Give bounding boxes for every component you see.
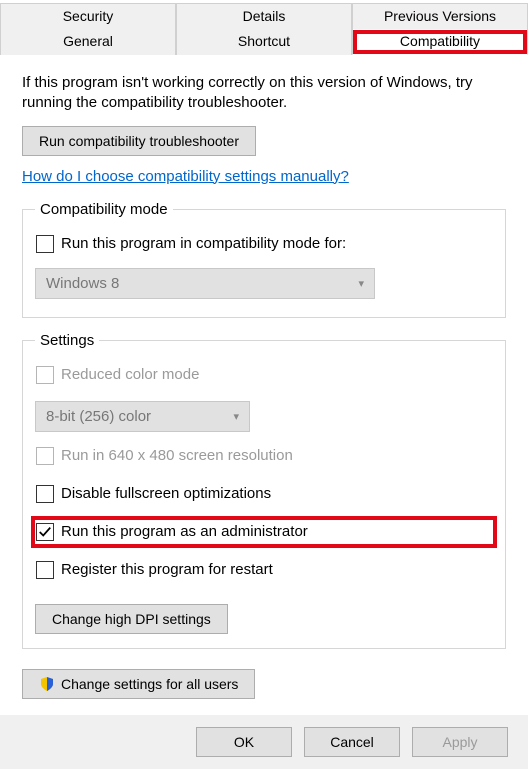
compat-mode-label: Run this program in compatibility mode f…: [61, 235, 346, 252]
disable-fullscreen-label: Disable fullscreen optimizations: [61, 485, 271, 502]
settings-group: Settings Reduced color mode 8-bit (256) …: [22, 332, 506, 649]
reduced-color-checkbox: [36, 366, 54, 384]
chevron-down-icon: ▾: [358, 277, 364, 290]
reduced-color-label: Reduced color mode: [61, 366, 199, 383]
low-res-checkbox: [36, 447, 54, 465]
color-mode-select-value: 8-bit (256) color: [46, 408, 151, 425]
dialog-footer: OK Cancel Apply: [0, 715, 528, 769]
change-all-users-label: Change settings for all users: [61, 676, 238, 692]
ok-button[interactable]: OK: [196, 727, 292, 757]
intro-text: If this program isn't working correctly …: [22, 73, 506, 114]
apply-button[interactable]: Apply: [412, 727, 508, 757]
low-res-label: Run in 640 x 480 screen resolution: [61, 447, 293, 464]
register-restart-checkbox[interactable]: [36, 561, 54, 579]
compat-mode-select-value: Windows 8: [46, 275, 119, 292]
compatibility-mode-group: Compatibility mode Run this program in c…: [22, 201, 506, 318]
tab-content: If this program isn't working correctly …: [0, 54, 528, 703]
change-high-dpi-button[interactable]: Change high DPI settings: [35, 604, 228, 634]
register-restart-row[interactable]: Register this program for restart: [35, 558, 493, 582]
run-troubleshooter-button[interactable]: Run compatibility troubleshooter: [22, 126, 256, 156]
compatibility-mode-legend: Compatibility mode: [35, 201, 173, 218]
tab-previous-versions[interactable]: Previous Versions: [352, 3, 528, 29]
register-restart-label: Register this program for restart: [61, 561, 273, 578]
disable-fullscreen-checkbox[interactable]: [36, 485, 54, 503]
run-admin-checkbox[interactable]: [36, 523, 54, 541]
reduced-color-row: Reduced color mode: [35, 363, 493, 387]
compat-mode-select[interactable]: Windows 8 ▾: [35, 268, 375, 299]
chevron-down-icon: ▾: [233, 410, 239, 423]
change-all-users-button[interactable]: Change settings for all users: [22, 669, 255, 699]
help-link[interactable]: How do I choose compatibility settings m…: [22, 168, 349, 185]
settings-legend: Settings: [35, 332, 99, 349]
compat-mode-checkbox[interactable]: [36, 235, 54, 253]
tab-general[interactable]: General: [0, 29, 176, 55]
tab-strip: Security Details Previous Versions Gener…: [0, 0, 528, 55]
run-admin-label: Run this program as an administrator: [61, 523, 308, 540]
tab-details[interactable]: Details: [176, 3, 352, 29]
tab-security[interactable]: Security: [0, 3, 176, 29]
run-admin-row[interactable]: Run this program as an administrator: [35, 520, 493, 544]
shield-icon: [39, 676, 55, 692]
cancel-button[interactable]: Cancel: [304, 727, 400, 757]
low-res-row: Run in 640 x 480 screen resolution: [35, 444, 493, 468]
disable-fullscreen-row[interactable]: Disable fullscreen optimizations: [35, 482, 493, 506]
tab-shortcut[interactable]: Shortcut: [176, 29, 352, 55]
tab-compatibility[interactable]: Compatibility: [352, 29, 528, 55]
compat-mode-checkbox-row[interactable]: Run this program in compatibility mode f…: [35, 232, 493, 256]
color-mode-select: 8-bit (256) color ▾: [35, 401, 250, 432]
